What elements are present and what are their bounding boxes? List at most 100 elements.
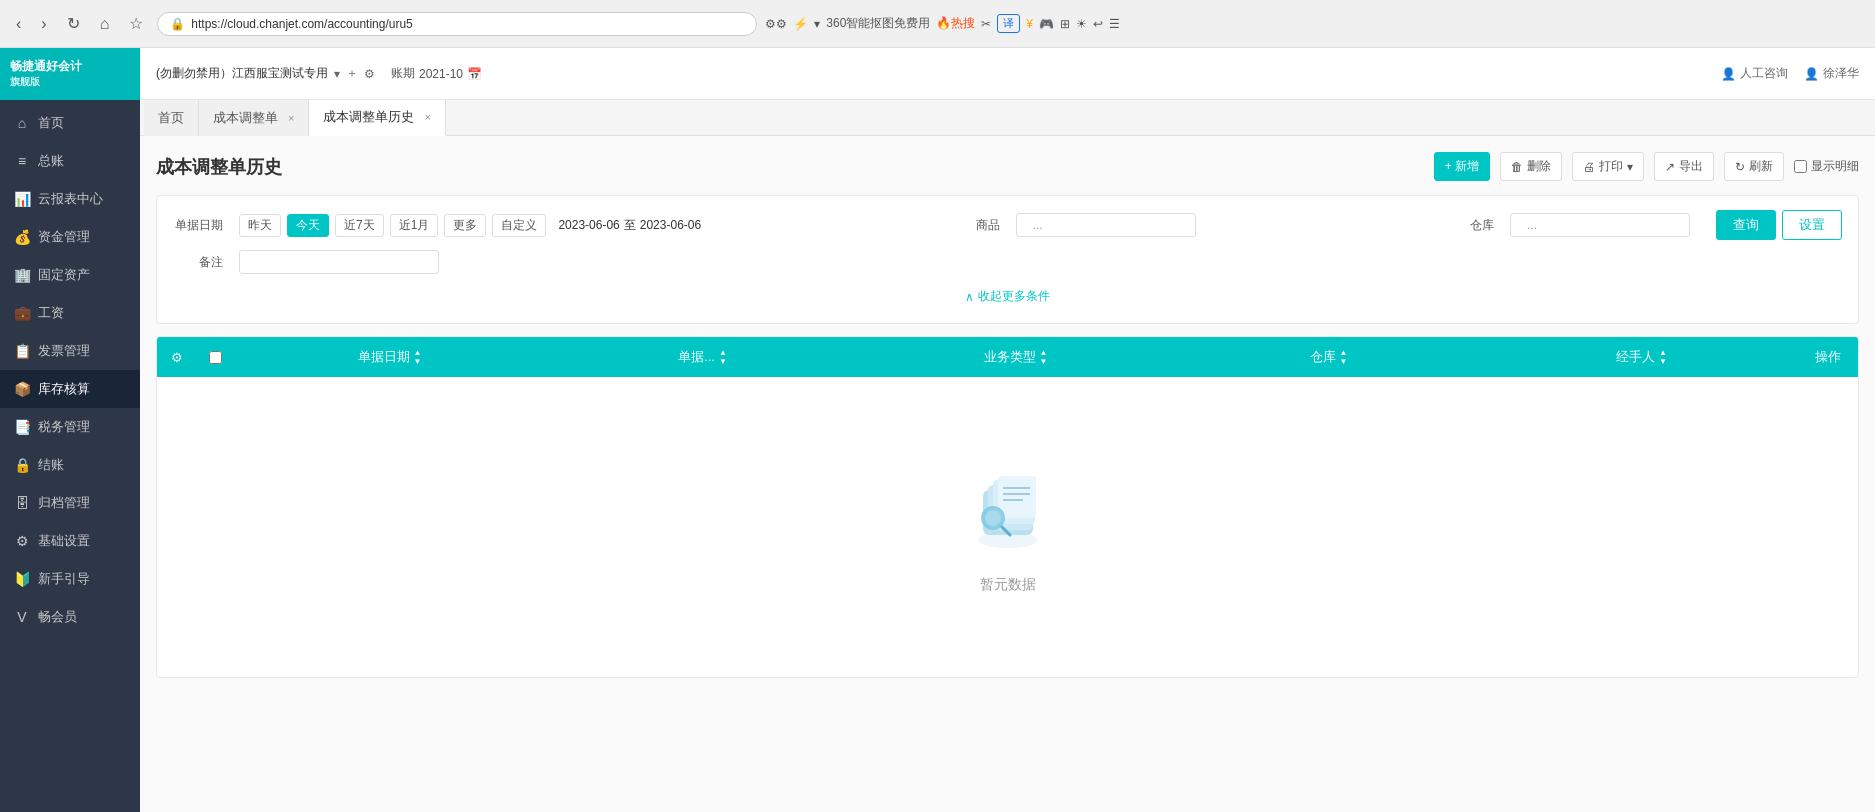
biz-type-sort-icon[interactable]: ▲▼ xyxy=(1040,349,1048,366)
sidebar-item-settings[interactable]: ⚙ 基础设置 xyxy=(0,522,140,560)
sidebar-label-reports: 云报表中心 xyxy=(38,190,103,208)
show-detail-check[interactable] xyxy=(1794,160,1807,173)
th-actions: 操作 xyxy=(1798,348,1858,366)
tab-cost-adjust-history-close[interactable]: × xyxy=(424,111,430,123)
select-all-checkbox[interactable] xyxy=(209,351,222,364)
date-7days-btn[interactable]: 近7天 xyxy=(335,214,384,237)
star-button[interactable]: ☆ xyxy=(123,12,149,35)
dropdown-icon[interactable]: ▾ xyxy=(814,17,820,31)
service-button[interactable]: 👤 人工咨询 xyxy=(1721,65,1788,82)
tab-home[interactable]: 首页 xyxy=(144,100,199,136)
handler-sort-icon[interactable]: ▲▼ xyxy=(1659,349,1667,366)
sidebar-item-member[interactable]: V 畅会员 xyxy=(0,598,140,636)
tab-cost-adjust-history[interactable]: 成本调整单历史 × xyxy=(309,100,445,136)
tool-menu[interactable]: ☰ xyxy=(1109,17,1120,31)
print-icon: 🖨 xyxy=(1583,160,1595,174)
date-custom-btn[interactable]: 自定义 xyxy=(492,214,546,237)
sidebar-item-funds[interactable]: 💰 资金管理 xyxy=(0,218,140,256)
print-button[interactable]: 🖨 打印 ▾ xyxy=(1572,152,1644,181)
refresh-button[interactable]: ↻ xyxy=(61,12,86,35)
tab-cost-adjust[interactable]: 成本调整单 × xyxy=(199,100,309,136)
sidebar-item-general-ledger[interactable]: ≡ 总账 xyxy=(0,142,140,180)
delete-button[interactable]: 🗑 删除 xyxy=(1500,152,1562,181)
nav-forward-button[interactable]: › xyxy=(35,13,52,35)
warehouse-selector[interactable]: ... xyxy=(1510,213,1690,237)
tool-wallet[interactable]: ¥ xyxy=(1026,17,1033,31)
sidebar-item-invoice[interactable]: 📋 发票管理 xyxy=(0,332,140,370)
sidebar-item-guide[interactable]: 🔰 新手引导 xyxy=(0,560,140,598)
service-label: 人工咨询 xyxy=(1740,65,1788,82)
sidebar-logo: 畅捷通好会计 旗舰版 xyxy=(0,48,140,100)
tool-undo[interactable]: ↩ xyxy=(1093,17,1103,31)
add-company-icon[interactable]: ＋ xyxy=(346,65,358,82)
export-button[interactable]: ↗ 导出 xyxy=(1654,152,1714,181)
sidebar-item-home[interactable]: ⌂ 首页 xyxy=(0,104,140,142)
sidebar: 畅捷通好会计 旗舰版 ⌂ 首页 ≡ 总账 📊 云报表中心 💰 资金管理 🏢 xyxy=(0,48,140,812)
sidebar-item-reports[interactable]: 📊 云报表中心 xyxy=(0,180,140,218)
settings-btn[interactable]: 设置 xyxy=(1782,210,1842,240)
sidebar-label-funds: 资金管理 xyxy=(38,228,90,246)
sidebar-item-inventory[interactable]: 📦 库存核算 xyxy=(0,370,140,408)
company-selector[interactable]: (勿删勿禁用）江西服宝测试专用 ▾ ＋ ⚙ xyxy=(156,65,375,82)
date-yesterday-btn[interactable]: 昨天 xyxy=(239,214,281,237)
company-settings-icon[interactable]: ⚙ xyxy=(364,67,375,81)
table-settings-icon[interactable]: ⚙ xyxy=(157,350,197,365)
number-sort-icon[interactable]: ▲▼ xyxy=(719,349,727,366)
export-icon: ↗ xyxy=(1665,160,1675,174)
tool-brightness[interactable]: ☀ xyxy=(1076,17,1087,31)
query-button[interactable]: 查询 xyxy=(1716,210,1776,240)
data-table: ⚙ 单据日期 ▲▼ 单据... ▲▼ xyxy=(156,336,1859,678)
hot-search-icon[interactable]: 🔥热搜 xyxy=(936,15,975,32)
show-detail-checkbox[interactable]: 显示明细 xyxy=(1794,158,1859,175)
tab-cost-adjust-close[interactable]: × xyxy=(288,112,294,124)
date-1month-btn[interactable]: 近1月 xyxy=(390,214,439,237)
inventory-icon: 📦 xyxy=(14,381,30,397)
warehouse-dots: ... xyxy=(1527,218,1537,232)
fixed-assets-icon: 🏢 xyxy=(14,267,30,283)
sidebar-item-close[interactable]: 🔒 结账 xyxy=(0,446,140,484)
date-to: 2023-06-06 xyxy=(640,218,701,232)
th-biz-type[interactable]: 业务类型 ▲▼ xyxy=(859,348,1172,366)
logo-sub: 旗舰版 xyxy=(10,75,82,89)
note-input[interactable] xyxy=(239,250,439,274)
tool-translate[interactable]: 译 xyxy=(997,14,1020,33)
warehouse-sort-icon[interactable]: ▲▼ xyxy=(1340,349,1348,366)
nav-back-button[interactable]: ‹ xyxy=(10,13,27,35)
home-button[interactable]: ⌂ xyxy=(94,13,116,35)
tool-game[interactable]: 🎮 xyxy=(1039,17,1054,31)
sidebar-label-fixed-assets: 固定资产 xyxy=(38,266,90,284)
logo-name: 畅捷通好会计 xyxy=(10,59,82,75)
refresh-btn[interactable]: ↻ 刷新 xyxy=(1724,152,1784,181)
product-dots: ... xyxy=(1033,218,1043,232)
sidebar-item-tax[interactable]: 📑 税务管理 xyxy=(0,408,140,446)
tool-grid[interactable]: ⊞ xyxy=(1060,17,1070,31)
bolt-icon[interactable]: ⚡ xyxy=(793,17,808,31)
th-handler[interactable]: 经手人 ▲▼ xyxy=(1485,348,1798,366)
trash-icon: 🗑 xyxy=(1511,160,1523,174)
th-warehouse-label: 仓库 xyxy=(1310,348,1336,366)
th-actions-label: 操作 xyxy=(1815,348,1841,366)
tool-scissors[interactable]: ✂ xyxy=(981,17,991,31)
url-text: https://cloud.chanjet.com/accounting/uru… xyxy=(191,17,412,31)
date-more-btn[interactable]: 更多 xyxy=(444,214,486,237)
ssl-lock-icon: 🔒 xyxy=(170,17,185,31)
table-select-all[interactable] xyxy=(197,351,233,364)
date-today-btn[interactable]: 今天 xyxy=(287,214,329,237)
th-number[interactable]: 单据... ▲▼ xyxy=(546,348,859,366)
add-button[interactable]: + 新增 xyxy=(1434,152,1490,181)
date-sort-icon[interactable]: ▲▼ xyxy=(414,349,422,366)
sidebar-item-salary[interactable]: 💼 工资 xyxy=(0,294,140,332)
tax-icon: 📑 xyxy=(14,419,30,435)
th-warehouse[interactable]: 仓库 ▲▼ xyxy=(1172,348,1485,366)
page-actions: + 新增 🗑 删除 🖨 打印 ▾ ↗ 导出 ↻ xyxy=(1434,152,1859,181)
address-bar[interactable]: 🔒 https://cloud.chanjet.com/accounting/u… xyxy=(157,12,757,36)
date-filter-label: 单据日期 xyxy=(173,217,223,234)
collapse-button[interactable]: ∧ 收起更多条件 xyxy=(965,284,1050,309)
sidebar-item-fixed-assets[interactable]: 🏢 固定资产 xyxy=(0,256,140,294)
th-date[interactable]: 单据日期 ▲▼ xyxy=(233,348,546,366)
sidebar-item-archive[interactable]: 🗄 归档管理 xyxy=(0,484,140,522)
extensions-icon[interactable]: ⚙⚙ xyxy=(765,17,787,31)
calendar-icon[interactable]: 📅 xyxy=(467,67,482,81)
product-selector[interactable]: ... xyxy=(1016,213,1196,237)
user-info[interactable]: 👤 徐泽华 xyxy=(1804,65,1859,82)
